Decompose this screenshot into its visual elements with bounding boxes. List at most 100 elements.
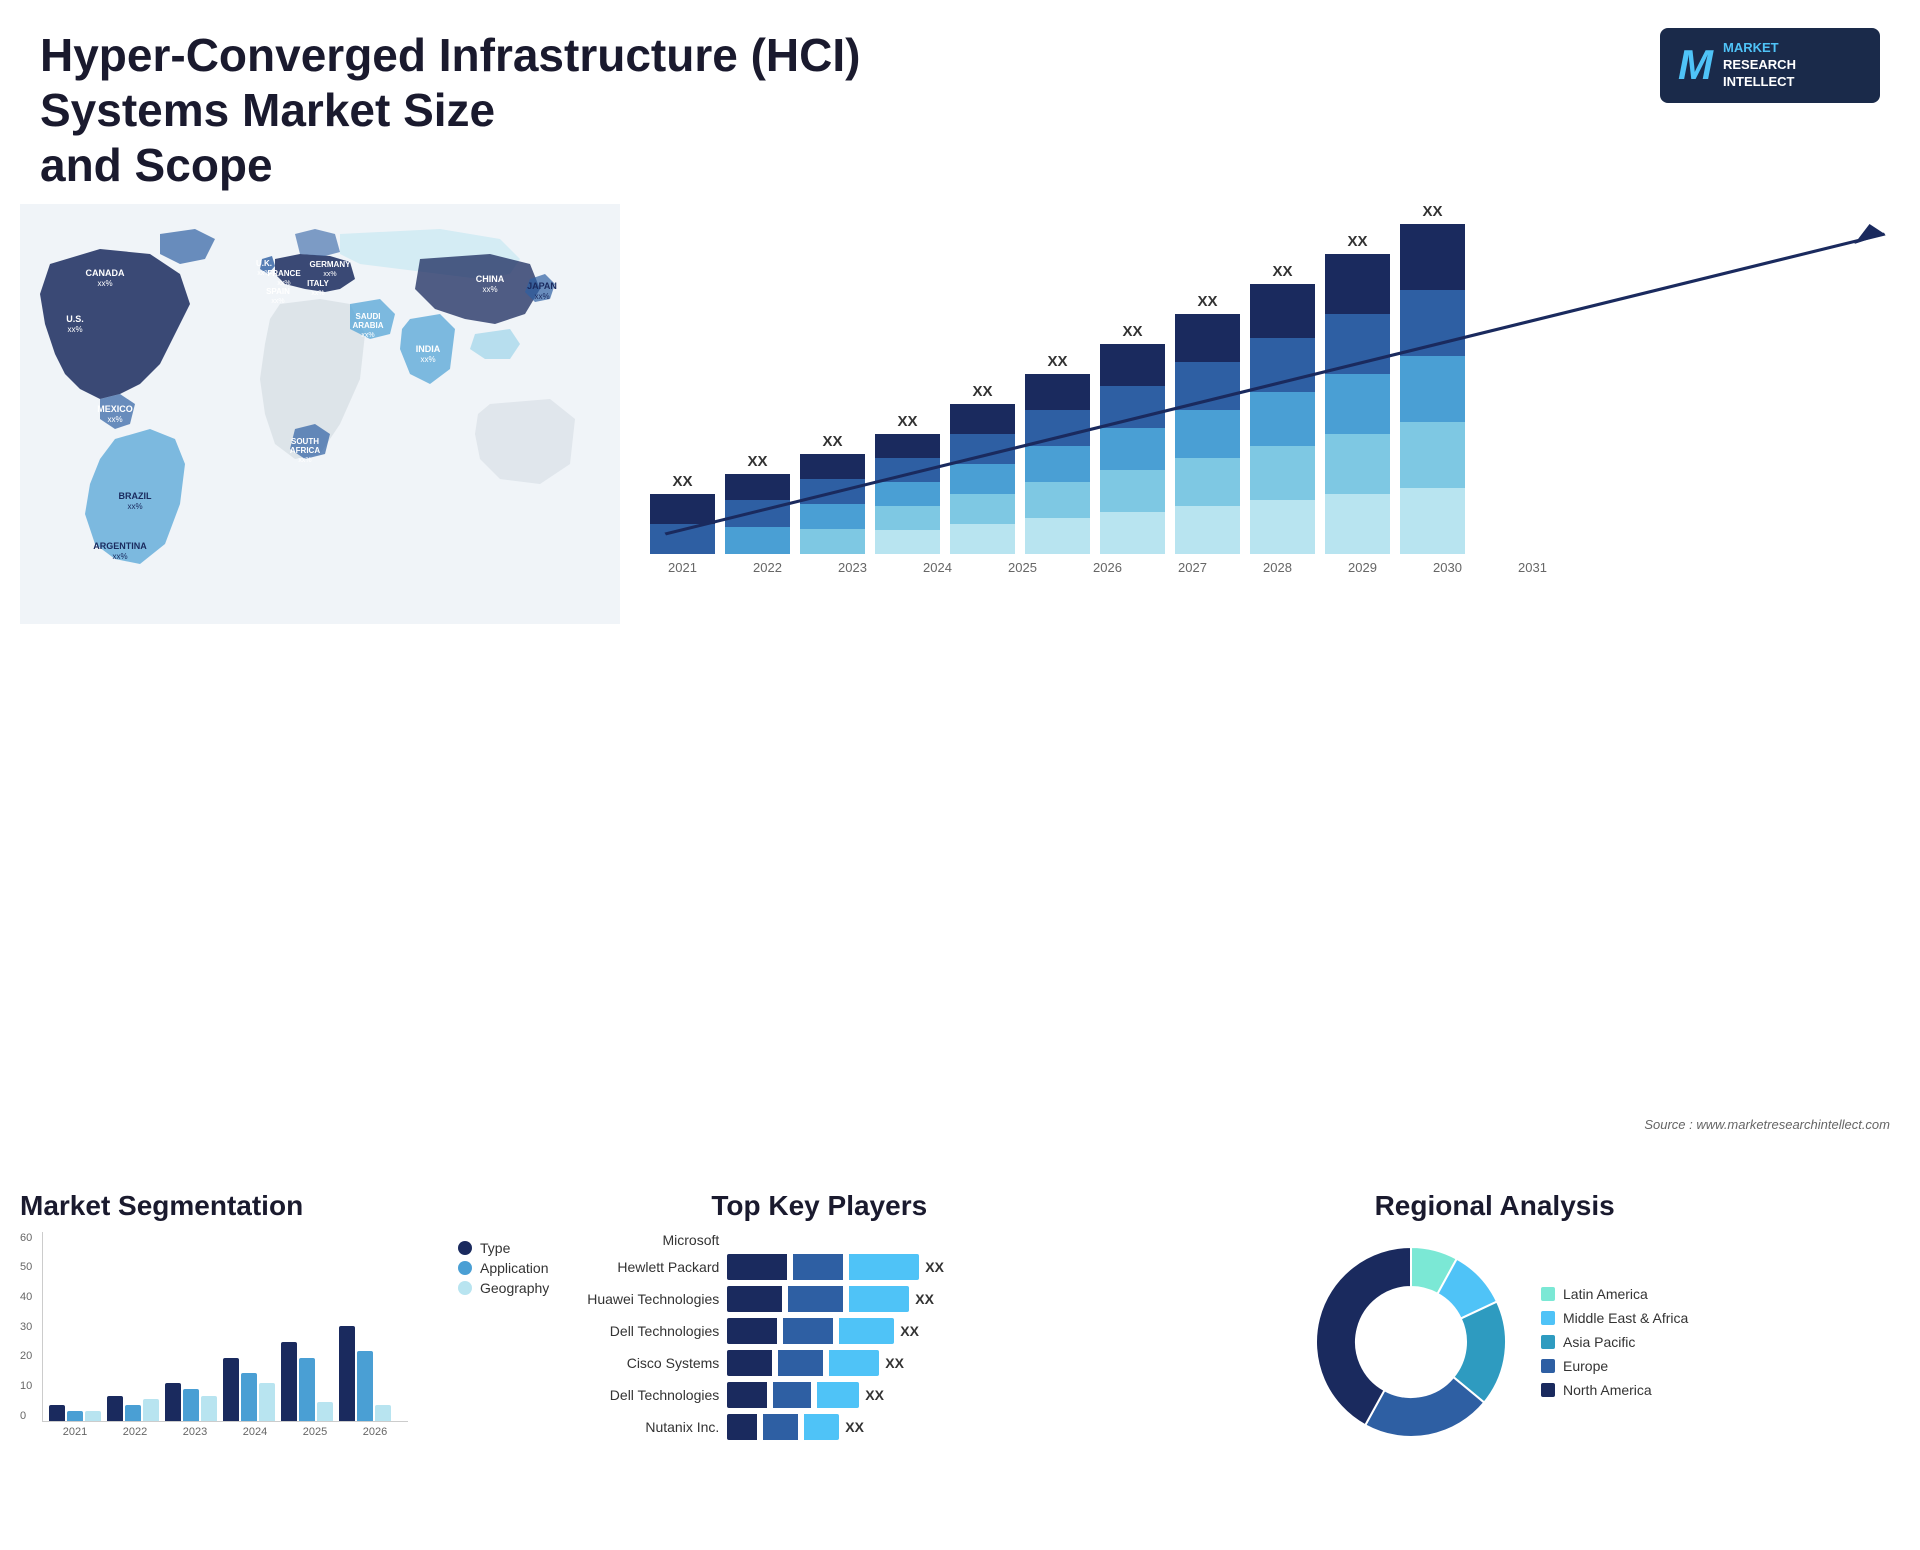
svg-text:FRANCE: FRANCE xyxy=(267,269,301,278)
donut-legend-color xyxy=(1541,1359,1555,1373)
bar-xlabel: 2022 xyxy=(735,560,800,575)
seg-bar xyxy=(259,1383,275,1421)
player-bar-1 xyxy=(727,1414,757,1440)
player-bar-container: XX xyxy=(727,1318,919,1344)
svg-text:GERMANY: GERMANY xyxy=(310,260,352,269)
donut-legend-label: North America xyxy=(1563,1382,1652,1398)
seg-bar xyxy=(241,1373,257,1421)
logo-letter: M xyxy=(1678,41,1713,89)
seg-bar xyxy=(299,1358,315,1421)
bar-segment: XX xyxy=(875,413,940,554)
svg-text:U.K.: U.K. xyxy=(256,259,272,268)
donut-legend: Latin AmericaMiddle East & AfricaAsia Pa… xyxy=(1541,1286,1688,1398)
seg-group xyxy=(281,1342,333,1421)
bar-chart-bars: XXXXXXXXXXXXXXXXXXXXXX xyxy=(650,214,1900,554)
player-bar-1 xyxy=(727,1286,782,1312)
player-bar-3 xyxy=(849,1286,909,1312)
player-bar-1 xyxy=(727,1350,772,1376)
seg-group xyxy=(49,1405,101,1421)
seg-bar xyxy=(317,1402,333,1421)
player-row: Hewlett Packard XX xyxy=(569,1254,1069,1280)
bar-xlabel: 2031 xyxy=(1500,560,1565,575)
player-row: Huawei TechnologiesXX xyxy=(569,1286,1069,1312)
player-bar-2 xyxy=(783,1318,833,1344)
segmentation-title: Market Segmentation xyxy=(20,1190,549,1222)
seg-bar xyxy=(85,1411,101,1421)
legend-item: Geography xyxy=(458,1280,549,1296)
player-bar-2 xyxy=(788,1286,843,1312)
seg-bar xyxy=(339,1326,355,1421)
bar-xlabel: 2024 xyxy=(905,560,970,575)
svg-text:U.S.: U.S. xyxy=(66,314,84,324)
player-name: Cisco Systems xyxy=(569,1355,719,1371)
svg-text:xx%: xx% xyxy=(277,280,290,287)
player-bar-3 xyxy=(839,1318,894,1344)
bar-segment: XX xyxy=(800,433,865,554)
world-map: U.S. xx% CANADA xx% MEXICO xx% BRAZIL xx… xyxy=(20,204,620,634)
bar-segment: XX xyxy=(1400,203,1465,554)
svg-text:MEXICO: MEXICO xyxy=(97,404,133,414)
donut-legend-color xyxy=(1541,1383,1555,1397)
seg-legend: Type Application Geography xyxy=(458,1240,549,1296)
svg-text:xx%: xx% xyxy=(482,285,497,294)
player-row: Nutanix Inc.XX xyxy=(569,1414,1069,1440)
seg-group xyxy=(107,1396,159,1421)
legend-label: Type xyxy=(480,1240,510,1256)
bar-segment: XX xyxy=(650,473,715,554)
legend-dot xyxy=(458,1241,472,1255)
svg-text:xx%: xx% xyxy=(420,355,435,364)
seg-bars xyxy=(42,1232,408,1422)
bottom-row: Market Segmentation 6050403020100 202120… xyxy=(0,1180,1920,1550)
seg-bar xyxy=(201,1396,217,1421)
donut-legend-label: Asia Pacific xyxy=(1563,1334,1635,1350)
donut-legend-color xyxy=(1541,1287,1555,1301)
bar-xlabel: 2029 xyxy=(1330,560,1395,575)
player-bar-2 xyxy=(793,1254,843,1280)
player-bar-3 xyxy=(817,1382,859,1408)
svg-text:CANADA: CANADA xyxy=(86,268,125,278)
legend-label: Geography xyxy=(480,1280,549,1296)
svg-text:xx%: xx% xyxy=(127,502,142,511)
donut-legend-label: Middle East & Africa xyxy=(1563,1310,1688,1326)
donut-legend-item: North America xyxy=(1541,1382,1688,1398)
page-title: Hyper-Converged Infrastructure (HCI) Sys… xyxy=(40,28,940,194)
player-xx: XX xyxy=(925,1259,944,1275)
bar-xlabel: 2025 xyxy=(990,560,1055,575)
segmentation-section: Market Segmentation 6050403020100 202120… xyxy=(20,1190,549,1540)
chart-section: XXXXXXXXXXXXXXXXXXXXXX 20212022202320242… xyxy=(640,204,1900,1180)
legend-dot xyxy=(458,1281,472,1295)
bar-xlabel: 2028 xyxy=(1245,560,1310,575)
seg-bar xyxy=(67,1411,83,1421)
bar-segment: XX xyxy=(1175,293,1240,554)
svg-text:ARABIA: ARABIA xyxy=(352,321,383,330)
logo-text: MARKET RESEARCH INTELLECT xyxy=(1723,40,1796,91)
player-row: Cisco SystemsXX xyxy=(569,1350,1069,1376)
player-name: Huawei Technologies xyxy=(569,1291,719,1307)
player-row: Microsoft xyxy=(569,1232,1069,1248)
player-bar-container: XX xyxy=(727,1414,864,1440)
svg-text:SOUTH: SOUTH xyxy=(291,437,319,446)
donut-legend-color xyxy=(1541,1311,1555,1325)
key-players-title: Top Key Players xyxy=(569,1190,1069,1222)
seg-group xyxy=(223,1358,275,1421)
seg-bar xyxy=(143,1399,159,1421)
player-bar-2 xyxy=(773,1382,811,1408)
seg-y-axis: 6050403020100 xyxy=(20,1232,32,1422)
bar-segment: XX xyxy=(1025,353,1090,554)
seg-bar xyxy=(183,1389,199,1421)
player-name: Hewlett Packard xyxy=(569,1259,719,1275)
player-name: Dell Technologies xyxy=(569,1323,719,1339)
svg-text:JAPAN: JAPAN xyxy=(527,281,557,291)
player-xx: XX xyxy=(865,1387,884,1403)
legend-item: Application xyxy=(458,1260,549,1276)
donut-legend-item: Asia Pacific xyxy=(1541,1334,1688,1350)
seg-xlabels: 202120222023202420252026 xyxy=(42,1426,408,1438)
svg-text:INDIA: INDIA xyxy=(416,344,441,354)
player-bar-2 xyxy=(778,1350,823,1376)
player-name: Dell Technologies xyxy=(569,1387,719,1403)
donut-legend-item: Europe xyxy=(1541,1358,1688,1374)
svg-text:xx%: xx% xyxy=(323,271,336,278)
source-text: Source : www.marketresearchintellect.com xyxy=(1644,1117,1890,1132)
svg-text:BRAZIL: BRAZIL xyxy=(119,491,152,501)
regional-title: Regional Analysis xyxy=(1089,1190,1900,1222)
